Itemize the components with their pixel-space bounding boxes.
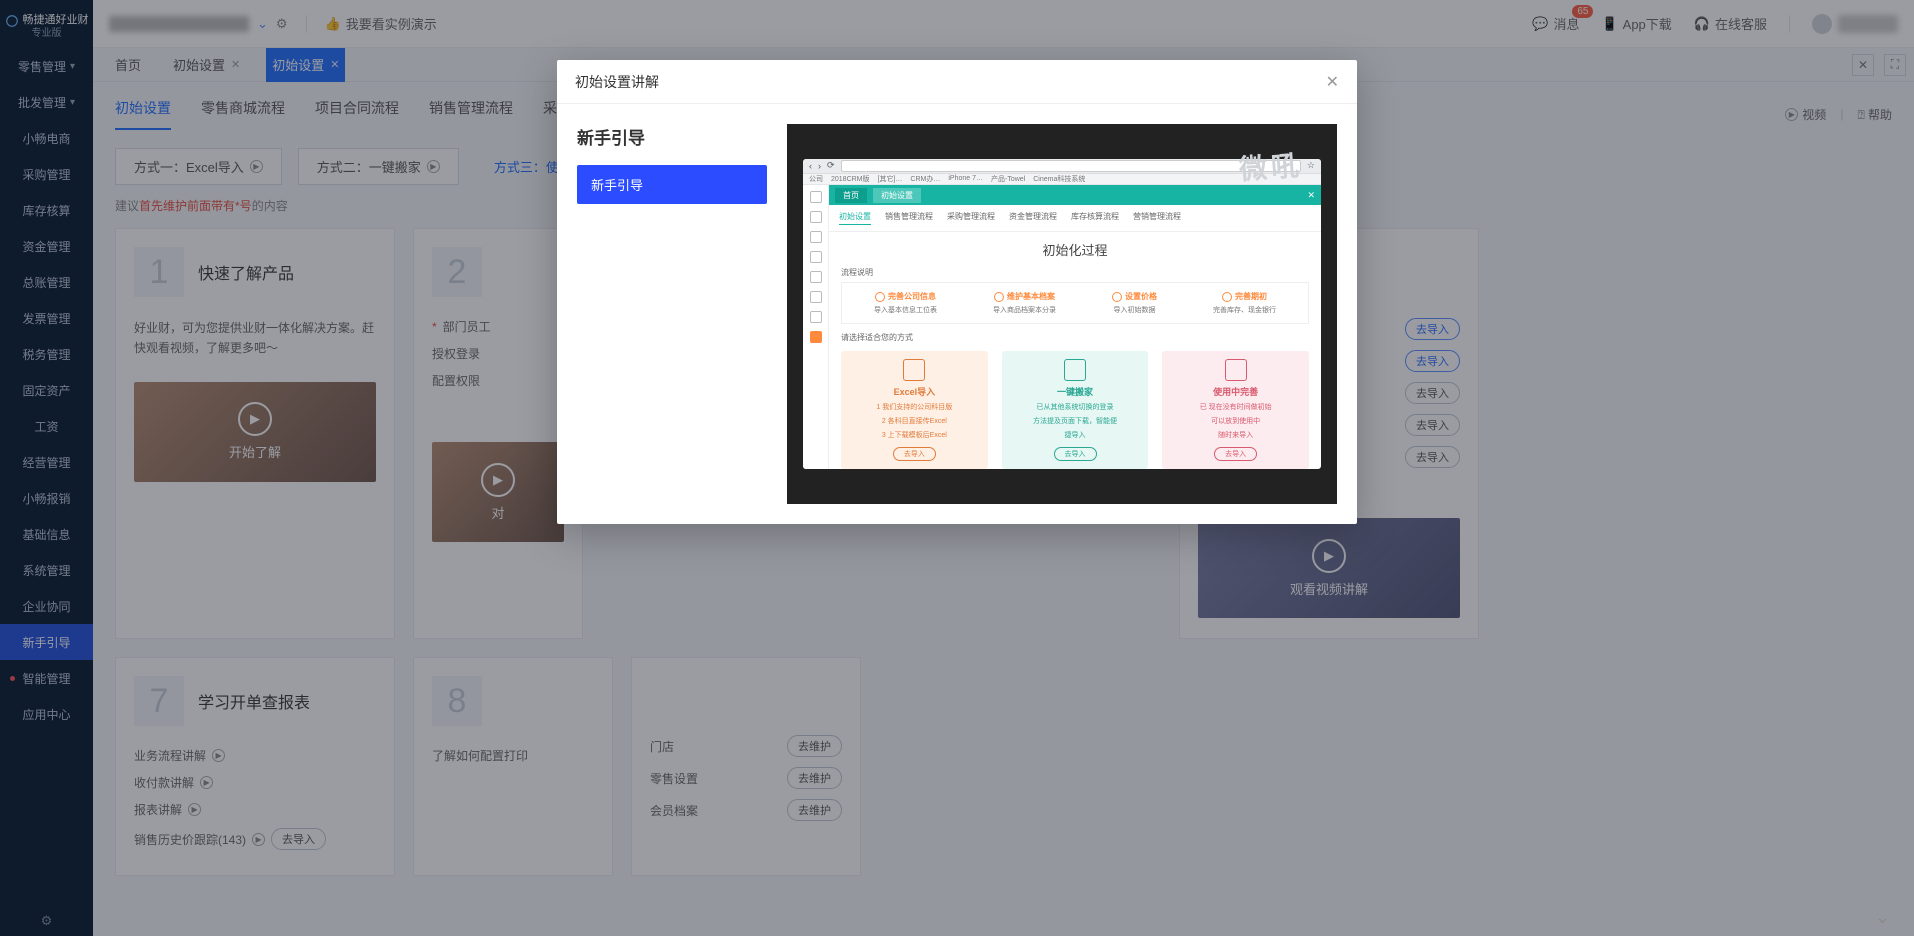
demo-frame: ‹›⟳☆ 公司2018CRM版[其它]…CRM办…iPhone 7…产品-Tow… — [803, 159, 1321, 469]
modal-mask: 初始设置讲解 ✕ 新手引导 新手引导 微吼 ‹›⟳☆ 公司2018CRM版[其它… — [0, 0, 1914, 936]
modal-close-button[interactable]: ✕ — [1326, 72, 1339, 92]
modal-video[interactable]: 微吼 ‹›⟳☆ 公司2018CRM版[其它]…CRM办…iPhone 7…产品-… — [787, 124, 1337, 504]
modal-subtitle: 新手引导 — [577, 124, 767, 149]
chevron-down-icon[interactable]: ⌄ — [1875, 907, 1890, 928]
modal: 初始设置讲解 ✕ 新手引导 新手引导 微吼 ‹›⟳☆ 公司2018CRM版[其它… — [557, 60, 1357, 524]
modal-title: 初始设置讲解 — [575, 72, 659, 92]
modal-nav-item[interactable]: 新手引导 — [577, 165, 767, 204]
